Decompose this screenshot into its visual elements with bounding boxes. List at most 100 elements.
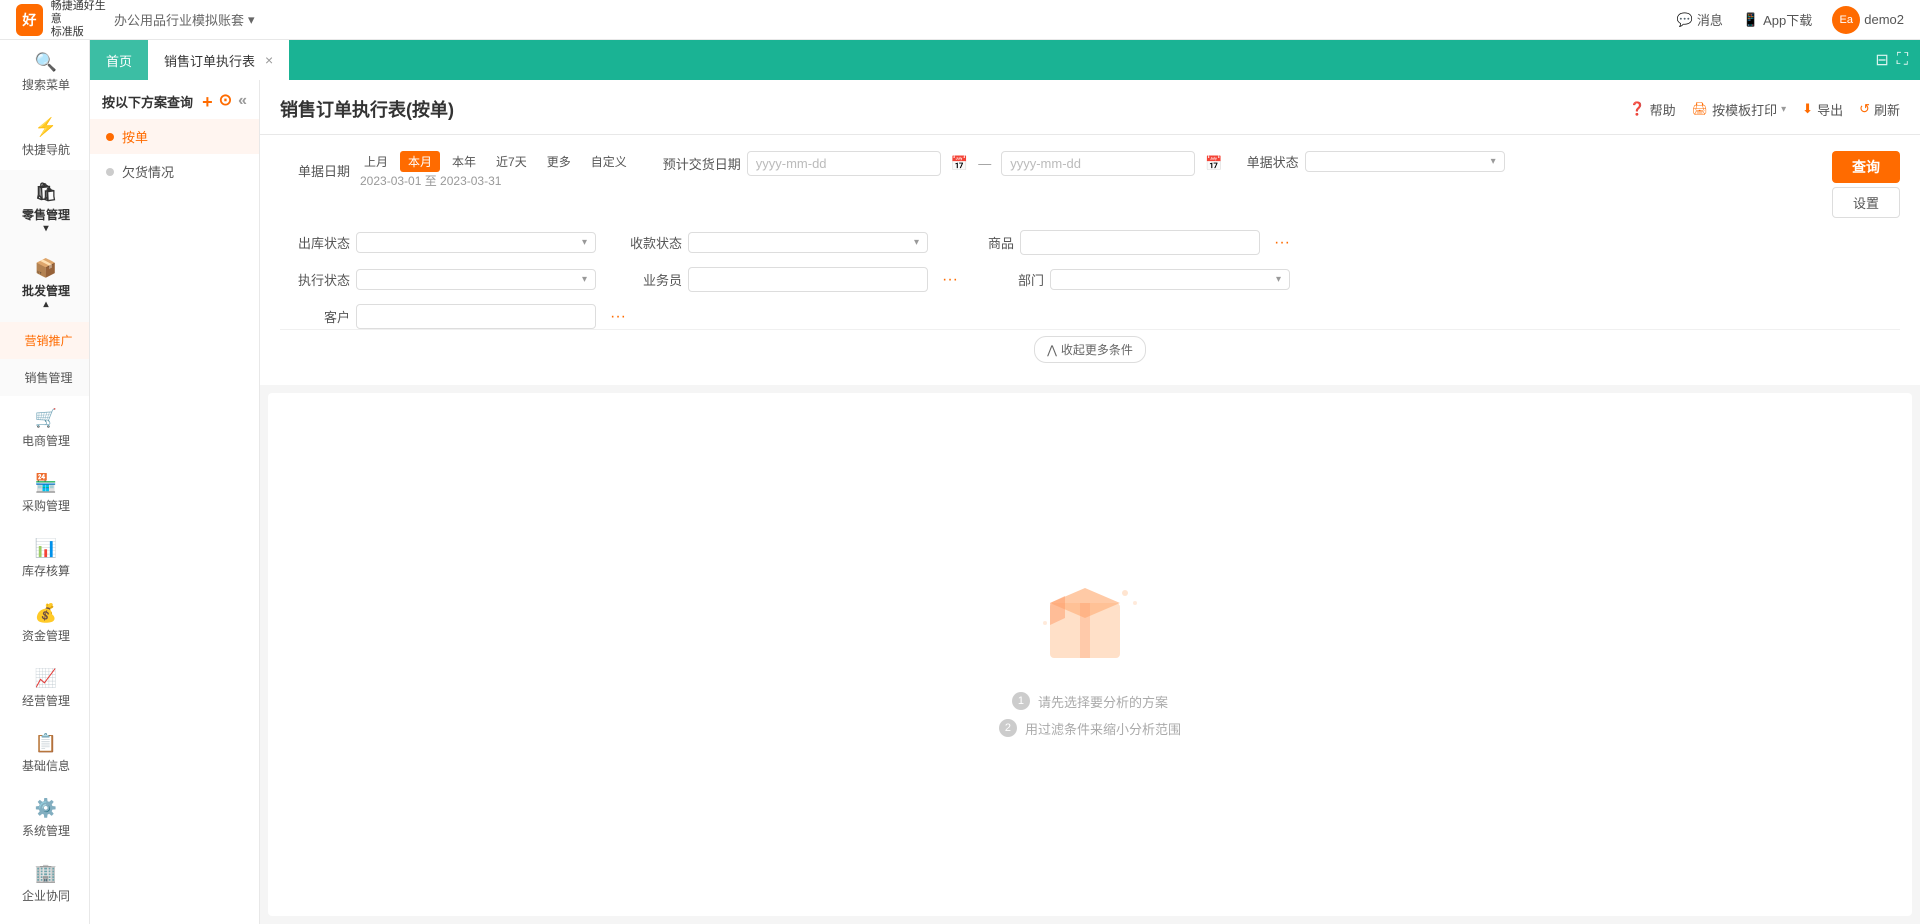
sidebar-item-search[interactable]: 🔍 搜索菜单 [0,40,89,105]
panel-add-button[interactable]: + [202,93,213,111]
salesperson-ellipsis-button[interactable]: ··· [942,271,958,289]
finance-icon: 💰 [35,603,57,624]
export-button[interactable]: ⬇ 导出 [1802,100,1843,119]
active-dot [106,133,114,141]
customer-ellipsis-button[interactable]: ··· [610,308,626,326]
panel-copy-button[interactable]: ⊙ [219,93,232,111]
product-field[interactable] [1029,235,1251,250]
empty-hint-2-text: 用过滤条件来缩小分析范围 [1025,719,1181,738]
panel-item-by-order[interactable]: 按单 [90,119,259,154]
sidebar-item-retail[interactable]: 🛍 零售管理 ▾ [0,170,89,246]
product-ellipsis-button[interactable]: ··· [1274,234,1290,252]
expected-date-group: 预计交货日期 📅 — 📅 [651,151,1223,176]
doc-status-select[interactable] [1305,151,1505,172]
salesperson-input[interactable] [688,267,928,292]
sidebar-item-quicknav[interactable]: ⚡ 快捷导航 [0,105,89,170]
date-btn-7days[interactable]: 近7天 [488,151,535,172]
quicknav-icon: ⚡ [35,117,57,138]
filter-row-1: 单据日期 上月 本月 本年 近7天 更多 自定义 20 [280,151,1900,218]
sidebar-item-sales[interactable]: 销售管理 [0,359,89,396]
calendar-end-icon[interactable]: 📅 [1205,155,1222,172]
sidebar-item-system[interactable]: ⚙️ 系统管理 [0,786,89,851]
print-button[interactable]: 🖨 按模板打印 ▾ [1692,100,1787,119]
product-input[interactable] [1020,230,1260,255]
tab-minimize-button[interactable]: ⊟ [1875,50,1888,70]
message-button[interactable]: 💬 消息 [1677,10,1723,29]
panel-header: 按以下方案查询 + ⊙ « [90,92,259,119]
avatar: Ea [1832,6,1860,34]
sidebar-label-system: 系统管理 [22,822,70,839]
app-download-label: App下载 [1763,10,1812,29]
sidebar-label-enterprise: 企业协同 [22,887,70,904]
settings-button[interactable]: 设置 [1832,187,1900,218]
customer-group: 客户 ··· [280,304,626,329]
salesperson-field[interactable] [697,272,919,287]
sidebar-item-purchase[interactable]: 🏪 采购管理 [0,461,89,526]
tab-maximize-button[interactable]: ⛶ [1897,51,1908,69]
sidebar-item-operations[interactable]: 📈 经营管理 [0,656,89,721]
date-btn-this-year[interactable]: 本年 [444,151,484,172]
customer-field[interactable] [365,309,587,324]
panel-collapse-button[interactable]: « [238,93,247,111]
sidebar-sub-wholesale: 营销推广 销售管理 [0,322,89,396]
exec-status-select[interactable] [356,269,596,290]
app-selector[interactable]: 办公用品行业模拟账套 ▾ [106,6,263,33]
sidebar-item-wholesale[interactable]: 📦 批发管理 ▴ [0,246,89,322]
sidebar-item-inventory[interactable]: 📊 库存核算 [0,526,89,591]
sidebar-item-guide[interactable]: 📖 新手引导 [0,916,89,924]
retail-icon: 🛍 [35,182,58,203]
wholesale-arrow: ▴ [43,299,48,310]
expected-date-end-input[interactable] [1001,151,1195,176]
expected-date-start-field[interactable] [756,156,932,171]
refresh-button[interactable]: ↺ 刷新 [1859,100,1900,119]
salesperson-label: 业务员 [612,270,682,289]
date-label: 单据日期 [280,161,350,180]
filter-row-4: 客户 ··· [280,304,1900,329]
sidebar-label-marketing: 营销推广 [24,332,72,349]
tab-home[interactable]: 首页 [90,40,148,80]
search-button[interactable]: 查询 [1832,151,1900,183]
page-header: 销售订单执行表(按单) ❓ 帮助 🖨 按模板打印 ▾ [260,80,1920,135]
empty-hint-1-text: 请先选择要分析的方案 [1038,692,1168,711]
inventory-icon: 📊 [35,538,57,559]
date-btn-last-month[interactable]: 上月 [356,151,396,172]
customer-input[interactable] [356,304,596,329]
collapse-row: ⋀ 收起更多条件 [280,329,1900,369]
tab-active[interactable]: 销售订单执行表 × [148,40,289,80]
receive-status-label: 收款状态 [612,233,682,252]
expected-date-end-field[interactable] [1010,156,1186,171]
department-select[interactable] [1050,269,1290,290]
sidebar-item-enterprise[interactable]: 🏢 企业协同 [0,851,89,916]
retail-arrow: ▾ [43,223,48,234]
panel-item-shortage[interactable]: 欠货情况 [90,154,259,189]
empty-hint-1: 1 请先选择要分析的方案 [1012,692,1168,711]
tab-close-button[interactable]: × [265,52,273,68]
refresh-icon: ↺ [1859,101,1870,117]
empty-hint-2: 2 用过滤条件来缩小分析范围 [999,719,1181,738]
main-layout: 🔍 搜索菜单 ⚡ 快捷导航 🛍 零售管理 ▾ 📦 批发管理 ▴ 营销推广 销售管… [0,40,1920,924]
sidebar-item-marketing[interactable]: 营销推广 [0,322,89,359]
empty-state: 1 请先选择要分析的方案 2 用过滤条件来缩小分析范围 [268,393,1912,916]
sidebar-label-sales: 销售管理 [24,369,72,386]
date-btn-custom[interactable]: 自定义 [583,151,635,172]
expected-date-start-input[interactable] [747,151,941,176]
help-icon: ❓ [1629,101,1645,117]
sidebar-item-finance[interactable]: 💰 资金管理 [0,591,89,656]
doc-status-group: 单据状态 [1239,151,1505,172]
page-title: 销售订单执行表(按单) [280,96,454,122]
date-btn-this-month[interactable]: 本月 [400,151,440,172]
print-label: 按模板打印 [1712,100,1777,119]
sidebar-label-wholesale: 批发管理 [22,282,70,299]
help-button[interactable]: ❓ 帮助 [1629,100,1675,119]
out-status-select[interactable] [356,232,596,253]
sidebar-item-basic[interactable]: 📋 基础信息 [0,721,89,786]
app-download-button[interactable]: 📱 App下载 [1743,10,1812,29]
receive-status-select[interactable] [688,232,928,253]
user-menu[interactable]: Ea demo2 [1832,6,1904,34]
enterprise-icon: 🏢 [35,863,57,884]
calendar-start-icon[interactable]: 📅 [951,155,968,172]
sidebar-item-ecommerce[interactable]: 🛒 电商管理 [0,396,89,461]
collapse-button[interactable]: ⋀ 收起更多条件 [1034,336,1146,363]
date-btn-more[interactable]: 更多 [539,151,579,172]
exec-status-group: 执行状态 [280,269,596,290]
